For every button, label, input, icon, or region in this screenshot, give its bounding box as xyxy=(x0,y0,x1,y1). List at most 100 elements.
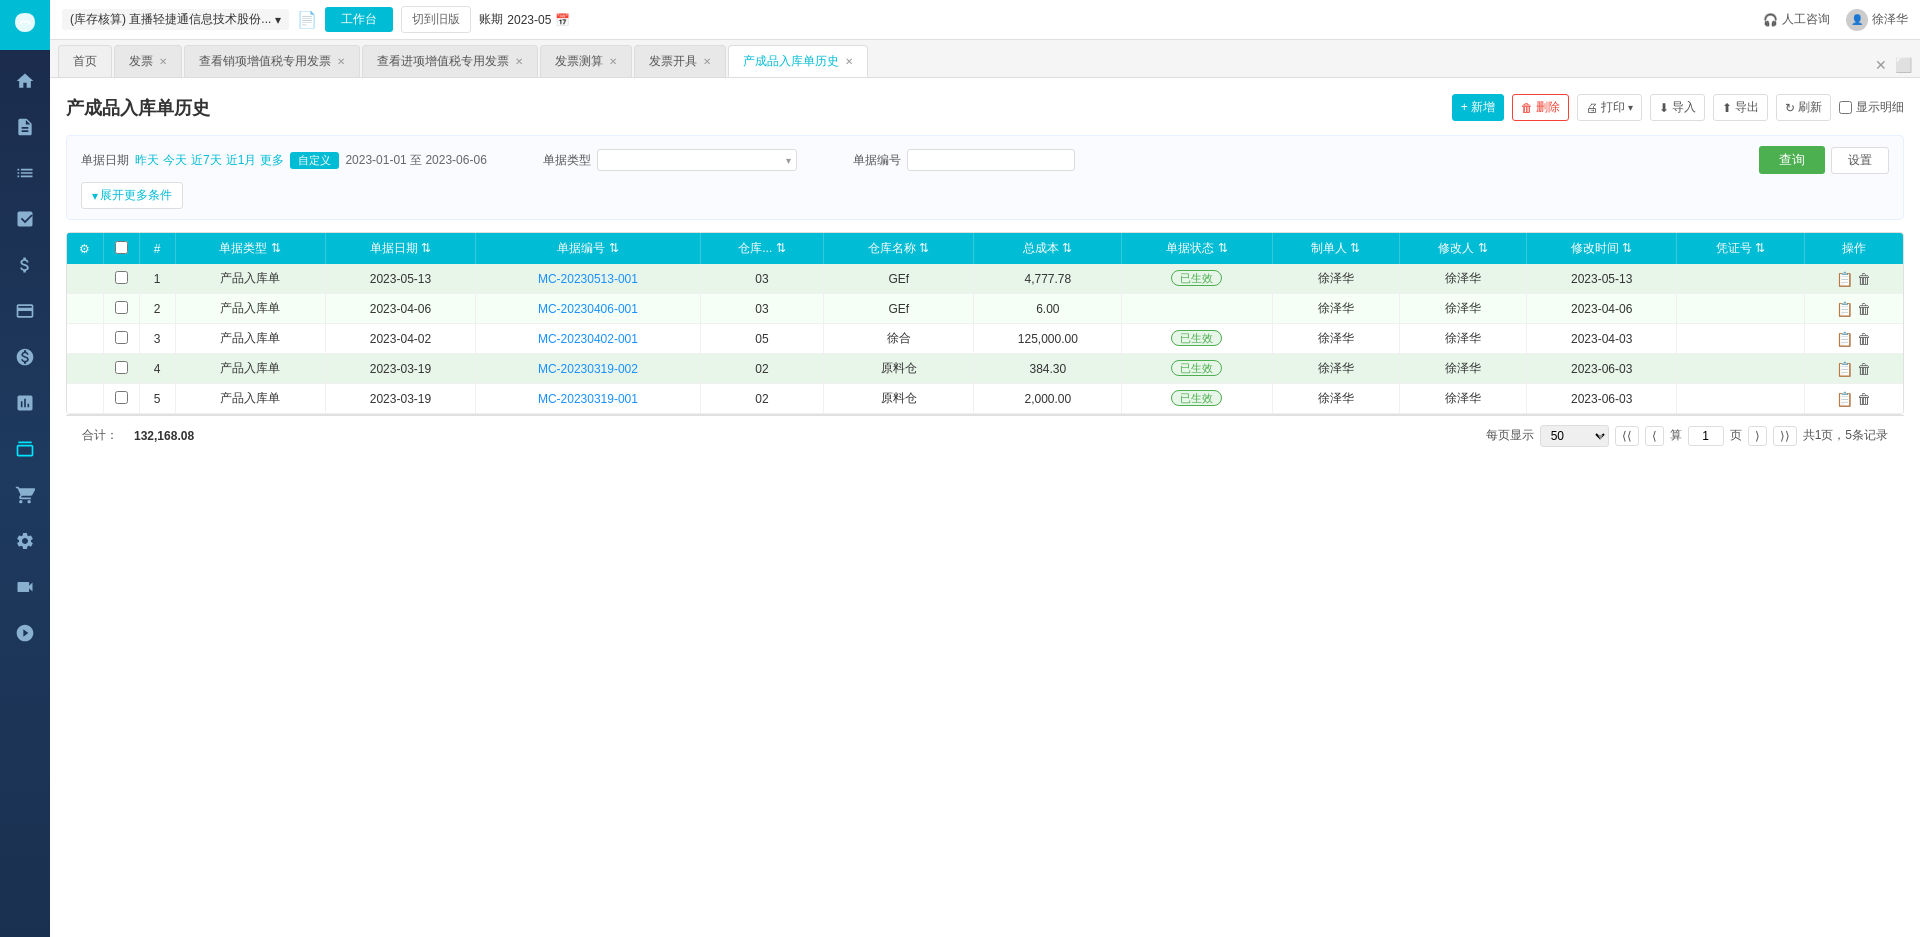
print-button[interactable]: 🖨 打印 ▾ xyxy=(1577,94,1642,121)
sidebar-item-video[interactable] xyxy=(0,564,50,610)
tab-maximize-area: ✕ ⬜ xyxy=(1875,57,1920,77)
user-profile[interactable]: 👤 徐泽华 xyxy=(1846,9,1908,31)
tab-calc[interactable]: 发票测算 ✕ xyxy=(540,45,632,77)
sidebar-item-tax[interactable] xyxy=(0,242,50,288)
row-checkbox-4[interactable] xyxy=(115,391,128,404)
export-icon: ⬆ xyxy=(1722,101,1732,115)
set-button[interactable]: 设置 xyxy=(1831,147,1889,174)
app-logo[interactable] xyxy=(0,0,50,50)
edit-icon-3[interactable]: 📋 xyxy=(1836,361,1853,377)
tab-home[interactable]: 首页 xyxy=(58,45,112,77)
th-status[interactable]: 单据状态 ⇅ xyxy=(1122,233,1272,264)
sidebar-item-salary[interactable] xyxy=(0,334,50,380)
switch-old-button[interactable]: 切到旧版 xyxy=(401,6,471,33)
first-page-btn[interactable]: ⟨⟨ xyxy=(1615,426,1639,446)
th-date[interactable]: 单据日期 ⇅ xyxy=(325,233,475,264)
th-creator[interactable]: 制单人 ⇅ xyxy=(1272,233,1399,264)
tab-sales-vat[interactable]: 查看销项增值税专用发票 ✕ xyxy=(184,45,360,77)
calendar-icon[interactable]: 📅 xyxy=(555,13,570,27)
delete-icon-1[interactable]: 🗑 xyxy=(1857,301,1871,317)
tab-purchase-vat-close[interactable]: ✕ xyxy=(515,56,523,67)
th-type[interactable]: 单据类型 ⇅ xyxy=(175,233,325,264)
tab-invoice[interactable]: 发票 ✕ xyxy=(114,45,182,77)
row-checkbox-0[interactable] xyxy=(115,271,128,284)
company-selector[interactable]: (库存核算) 直播轻捷通信息技术股份... ▾ xyxy=(62,9,289,30)
help-btn[interactable]: 🎧 人工咨询 xyxy=(1763,11,1830,28)
edit-icon-1[interactable]: 📋 xyxy=(1836,301,1853,317)
export-button[interactable]: ⬆ 导出 xyxy=(1713,94,1768,121)
sidebar-item-home[interactable] xyxy=(0,58,50,104)
tab-product-history-close[interactable]: ✕ xyxy=(845,56,853,67)
new-button[interactable]: + 新增 xyxy=(1452,94,1504,121)
edit-icon-0[interactable]: 📋 xyxy=(1836,271,1853,287)
th-modifier[interactable]: 修改人 ⇅ xyxy=(1399,233,1526,264)
th-total-cost[interactable]: 总成本 ⇅ xyxy=(974,233,1122,264)
tab-sales-vat-close[interactable]: ✕ xyxy=(337,56,345,67)
sidebar-item-setting[interactable] xyxy=(0,518,50,564)
sidebar-item-analysis[interactable] xyxy=(0,196,50,242)
tab-invoice-close[interactable]: ✕ xyxy=(159,56,167,67)
delete-icon-3[interactable]: 🗑 xyxy=(1857,361,1871,377)
last-page-btn[interactable]: ⟩⟩ xyxy=(1773,426,1797,446)
delete-icon-0[interactable]: 🗑 xyxy=(1857,271,1871,287)
filter-number-input[interactable] xyxy=(907,149,1075,171)
import-button[interactable]: ⬇ 导入 xyxy=(1650,94,1705,121)
th-warehouse-name[interactable]: 仓库名称 ⇅ xyxy=(824,233,974,264)
th-modify-time[interactable]: 修改时间 ⇅ xyxy=(1527,233,1677,264)
tab-calc-close[interactable]: ✕ xyxy=(609,56,617,67)
doc-icon[interactable]: 📄 xyxy=(297,10,317,29)
maximize-window-btn[interactable]: ⬜ xyxy=(1895,57,1912,73)
sidebar-item-voucher[interactable] xyxy=(0,288,50,334)
company-dropdown-icon: ▾ xyxy=(275,13,281,27)
sidebar-item-version[interactable] xyxy=(0,610,50,656)
tab-purchase-vat[interactable]: 查看进项增值税专用发票 ✕ xyxy=(362,45,538,77)
delete-button[interactable]: 🗑 删除 xyxy=(1512,94,1569,121)
th-voucher[interactable]: 凭证号 ⇅ xyxy=(1677,233,1804,264)
filter-custom-btn[interactable]: 自定义 xyxy=(290,152,339,169)
edit-icon-2[interactable]: 📋 xyxy=(1836,331,1853,347)
doc-number-link-2[interactable]: MC-20230402-001 xyxy=(538,332,638,346)
doc-number-link-1[interactable]: MC-20230406-001 xyxy=(538,302,638,316)
row-checkbox-3[interactable] xyxy=(115,361,128,374)
th-number[interactable]: 单据编号 ⇅ xyxy=(476,233,701,264)
sidebar-item-doc[interactable] xyxy=(0,104,50,150)
select-all-checkbox[interactable] xyxy=(115,241,128,254)
prev-page-btn[interactable]: ⟨ xyxy=(1645,426,1664,446)
filter-link-today[interactable]: 今天 xyxy=(163,152,187,169)
query-button[interactable]: 查询 xyxy=(1759,146,1825,174)
doc-number-link-3[interactable]: MC-20230319-002 xyxy=(538,362,638,376)
row-checkbox-2[interactable] xyxy=(115,331,128,344)
filter-type-select[interactable]: 产品入库单 xyxy=(597,149,797,171)
action-btns-2: 📋 🗑 xyxy=(1813,331,1895,347)
sidebar-item-inventory[interactable] xyxy=(0,426,50,472)
tab-open[interactable]: 发票开具 ✕ xyxy=(634,45,726,77)
filter-link-1month[interactable]: 近1月 xyxy=(226,152,257,169)
row-checkbox-1[interactable] xyxy=(115,301,128,314)
sidebar-item-chart[interactable] xyxy=(0,150,50,196)
sidebar-item-asset[interactable] xyxy=(0,380,50,426)
next-page-btn[interactable]: ⟩ xyxy=(1748,426,1767,446)
close-window-btn[interactable]: ✕ xyxy=(1875,57,1887,73)
workbench-button[interactable]: 工作台 xyxy=(325,7,393,32)
th-settings[interactable]: ⚙ xyxy=(67,233,103,264)
edit-icon-4[interactable]: 📋 xyxy=(1836,391,1853,407)
tab-product-history[interactable]: 产成品入库单历史 ✕ xyxy=(728,45,868,77)
show-detail-checkbox[interactable] xyxy=(1839,101,1852,114)
delete-icon-2[interactable]: 🗑 xyxy=(1857,331,1871,347)
tab-open-close[interactable]: ✕ xyxy=(703,56,711,67)
filter-link-yesterday[interactable]: 昨天 xyxy=(135,152,159,169)
filter-link-7days[interactable]: 近7天 xyxy=(191,152,222,169)
expand-filter-button[interactable]: ▾ 展开更多条件 xyxy=(81,182,183,209)
sidebar-item-purchase[interactable] xyxy=(0,472,50,518)
filter-link-more[interactable]: 更多 xyxy=(260,152,284,169)
doc-number-link-4[interactable]: MC-20230319-001 xyxy=(538,392,638,406)
show-detail-checkbox-label[interactable]: 显示明细 xyxy=(1839,99,1904,116)
refresh-button[interactable]: ↻ 刷新 xyxy=(1776,94,1831,121)
th-voucher-sortable: 凭证号 ⇅ xyxy=(1716,240,1765,257)
page-size-select[interactable]: 50 100 200 xyxy=(1540,425,1609,447)
doc-number-link-0[interactable]: MC-20230513-001 xyxy=(538,272,638,286)
page-number-input[interactable] xyxy=(1688,426,1724,446)
th-warehouse-code[interactable]: 仓库... ⇅ xyxy=(700,233,823,264)
tab-invoice-label: 发票 xyxy=(129,53,153,70)
delete-icon-4[interactable]: 🗑 xyxy=(1857,391,1871,407)
